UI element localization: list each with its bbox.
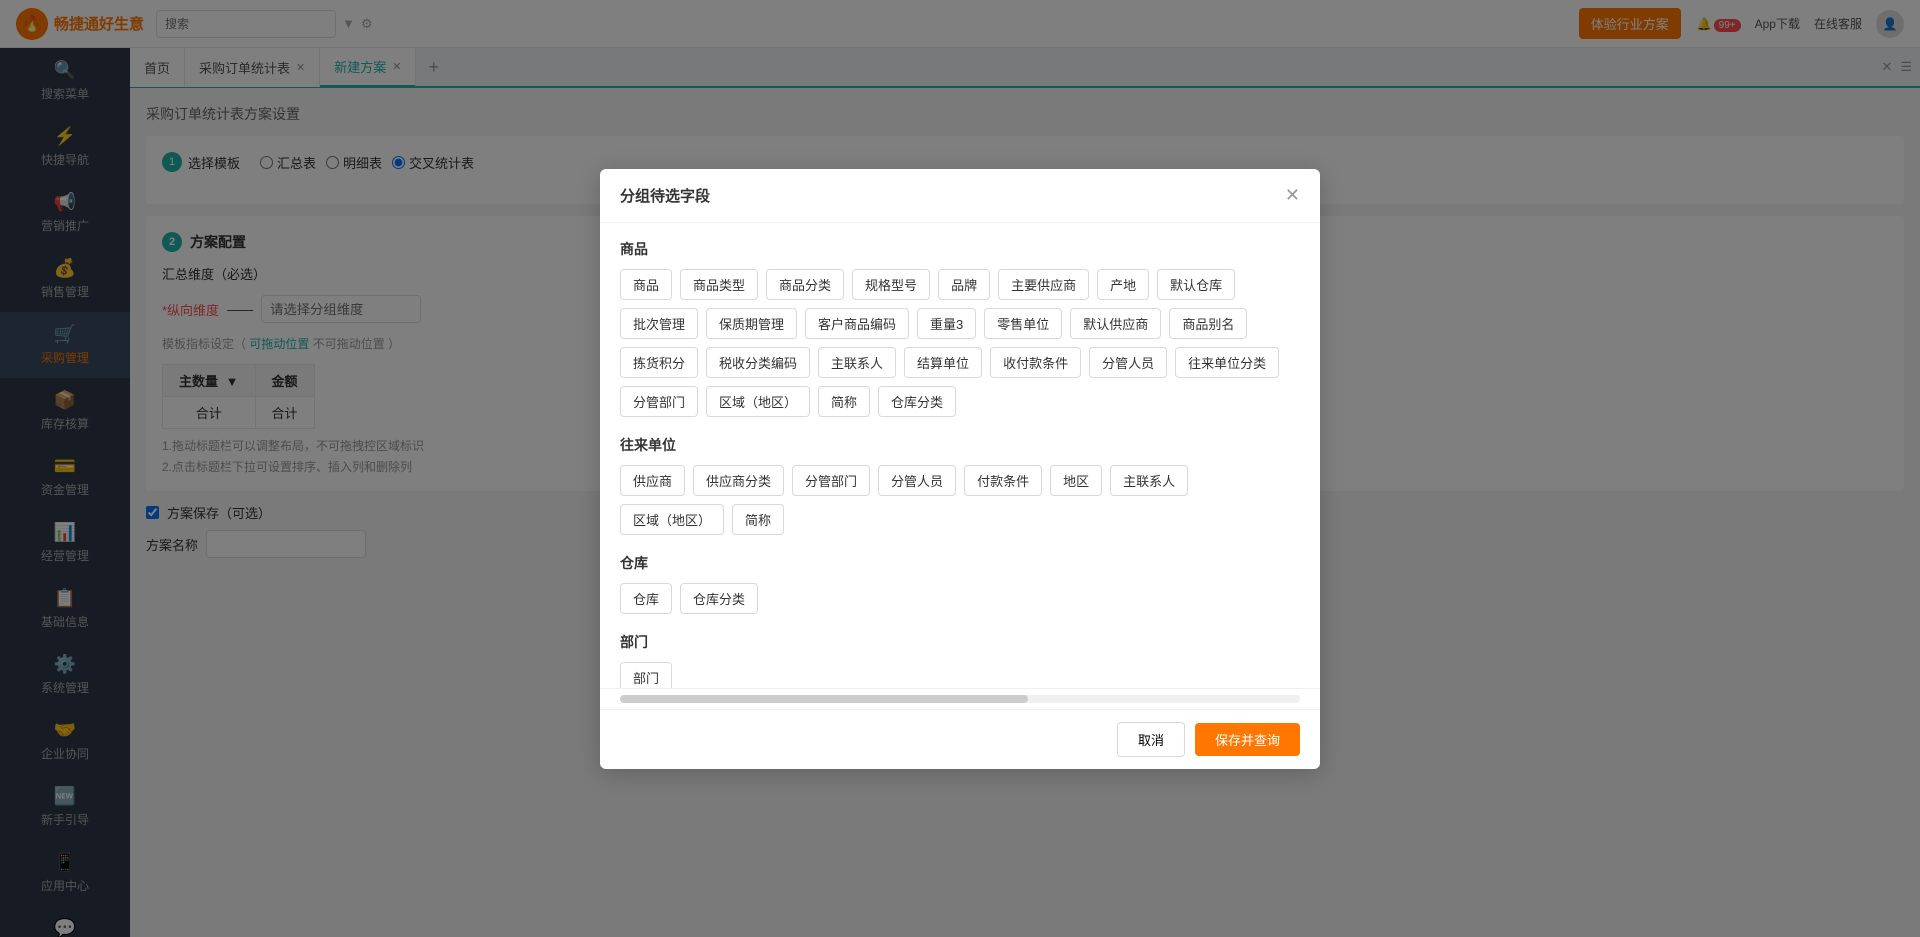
section-goods: 商品 商品 商品类型 商品分类 规格型号 品牌 主要供应商 产地 默认仓库 批次…: [620, 239, 1300, 417]
field-tag[interactable]: 结算单位: [904, 347, 982, 378]
field-tag[interactable]: 产地: [1097, 269, 1149, 300]
field-tag[interactable]: 仓库分类: [878, 386, 956, 417]
cancel-button[interactable]: 取消: [1117, 722, 1185, 757]
goods-field-grid: 商品 商品类型 商品分类 规格型号 品牌 主要供应商 产地 默认仓库 批次管理 …: [620, 269, 1300, 417]
section-department-title: 部门: [620, 632, 1300, 652]
section-department: 部门 部门: [620, 632, 1300, 688]
field-tag[interactable]: 商品类型: [680, 269, 758, 300]
field-tag[interactable]: 分管部门: [620, 386, 698, 417]
field-tag[interactable]: 规格型号: [852, 269, 930, 300]
field-tag[interactable]: 简称: [732, 504, 784, 535]
scroll-thumb[interactable]: [620, 695, 1028, 703]
field-tag[interactable]: 重量3: [917, 308, 976, 339]
field-tag[interactable]: 主要供应商: [998, 269, 1089, 300]
section-warehouse-title: 仓库: [620, 553, 1300, 573]
field-tag[interactable]: 仓库: [620, 583, 672, 614]
dialog-title: 分组待选字段: [620, 185, 710, 206]
field-tag[interactable]: 付款条件: [964, 465, 1042, 496]
partner-field-grid: 供应商 供应商分类 分管部门 分管人员 付款条件 地区 主联系人 区域（地区） …: [620, 465, 1300, 535]
field-select-dialog: 分组待选字段 ✕ 商品 商品 商品类型 商品分类 规格型号 品牌 主要供应商 产…: [600, 169, 1320, 769]
field-tag[interactable]: 地区: [1050, 465, 1102, 496]
dialog-close-icon[interactable]: ✕: [1285, 185, 1300, 206]
section-warehouse: 仓库 仓库 仓库分类: [620, 553, 1300, 614]
field-tag[interactable]: 区域（地区）: [620, 504, 724, 535]
field-tag[interactable]: 分管人员: [878, 465, 956, 496]
field-tag[interactable]: 仓库分类: [680, 583, 758, 614]
section-partner-title: 往来单位: [620, 435, 1300, 455]
field-tag[interactable]: 客户商品编码: [805, 308, 909, 339]
field-tag[interactable]: 保质期管理: [706, 308, 797, 339]
field-tag[interactable]: 往来单位分类: [1175, 347, 1279, 378]
field-tag[interactable]: 商品别名: [1169, 308, 1247, 339]
department-field-grid: 部门: [620, 662, 1300, 688]
warehouse-field-grid: 仓库 仓库分类: [620, 583, 1300, 614]
confirm-button[interactable]: 保存并查询: [1195, 723, 1300, 756]
section-partner: 往来单位 供应商 供应商分类 分管部门 分管人员 付款条件 地区 主联系人 区域…: [620, 435, 1300, 535]
field-tag[interactable]: 分管部门: [792, 465, 870, 496]
field-tag[interactable]: 品牌: [938, 269, 990, 300]
field-tag[interactable]: 默认供应商: [1070, 308, 1161, 339]
field-tag[interactable]: 默认仓库: [1157, 269, 1235, 300]
field-tag[interactable]: 供应商: [620, 465, 685, 496]
field-tag[interactable]: 供应商分类: [693, 465, 784, 496]
field-tag[interactable]: 批次管理: [620, 308, 698, 339]
field-tag[interactable]: 简称: [818, 386, 870, 417]
field-tag[interactable]: 税收分类编码: [706, 347, 810, 378]
field-tag[interactable]: 拣货积分: [620, 347, 698, 378]
field-tag[interactable]: 零售单位: [984, 308, 1062, 339]
section-goods-title: 商品: [620, 239, 1300, 259]
field-tag[interactable]: 商品分类: [766, 269, 844, 300]
field-tag[interactable]: 收付款条件: [990, 347, 1081, 378]
field-tag[interactable]: 主联系人: [1110, 465, 1188, 496]
field-tag[interactable]: 分管人员: [1089, 347, 1167, 378]
dialog-header: 分组待选字段 ✕: [600, 169, 1320, 223]
field-tag[interactable]: 区域（地区）: [706, 386, 810, 417]
scroll-track[interactable]: [620, 695, 1300, 703]
dialog-body[interactable]: 商品 商品 商品类型 商品分类 规格型号 品牌 主要供应商 产地 默认仓库 批次…: [600, 223, 1320, 688]
field-tag[interactable]: 部门: [620, 662, 672, 688]
field-tag[interactable]: 商品: [620, 269, 672, 300]
dialog-scrollbar-area: [600, 688, 1320, 709]
dialog-footer: 取消 保存并查询: [600, 709, 1320, 769]
field-tag[interactable]: 主联系人: [818, 347, 896, 378]
dialog-overlay: 分组待选字段 ✕ 商品 商品 商品类型 商品分类 规格型号 品牌 主要供应商 产…: [0, 0, 1920, 937]
